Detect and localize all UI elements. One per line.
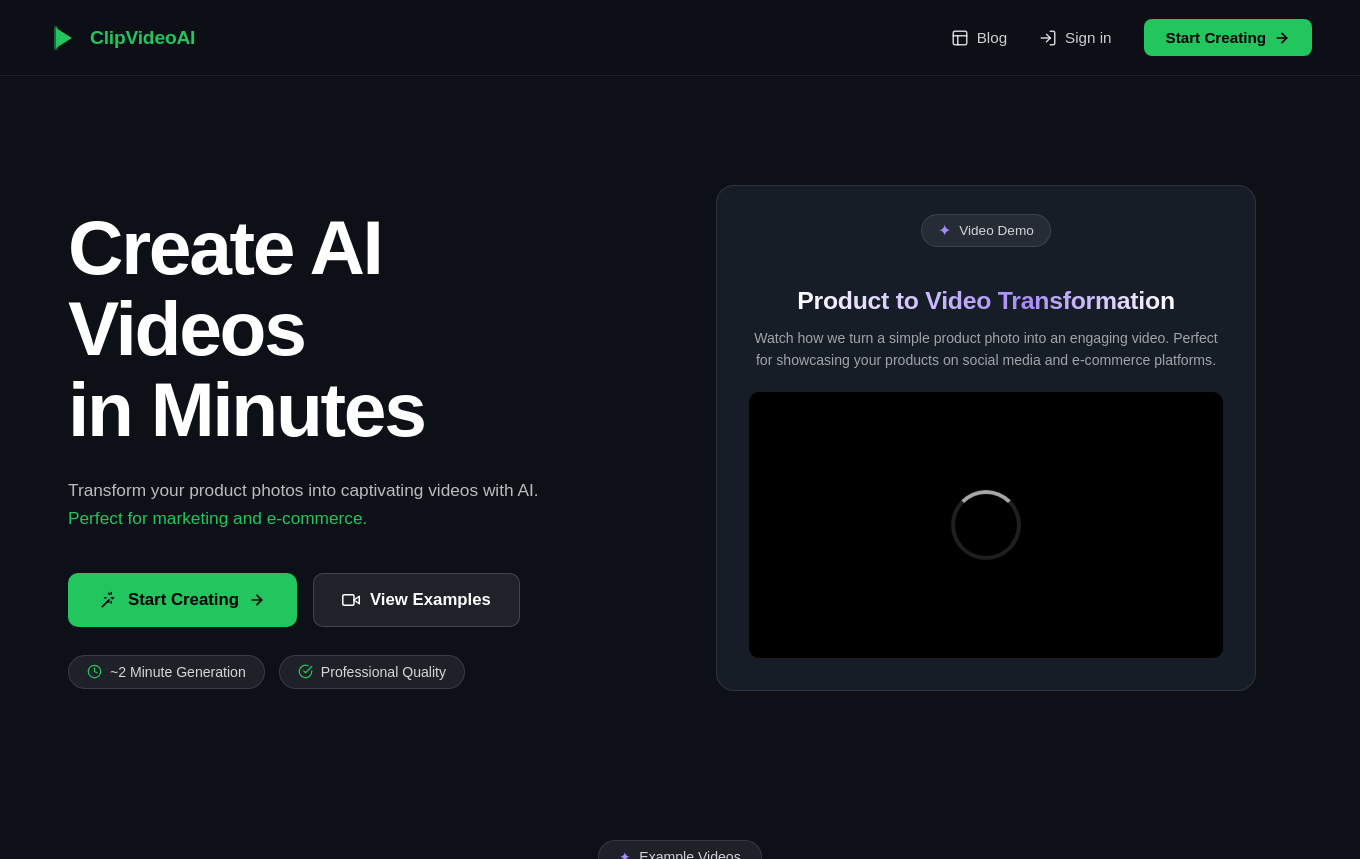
- navbar: ClipVideoAI Blog Sign in Start Creating: [0, 0, 1360, 76]
- logo-link[interactable]: ClipVideoAI: [48, 22, 195, 54]
- start-creating-button[interactable]: Start Creating: [68, 573, 297, 627]
- hero-heading: Create AI Videos in Minutes: [68, 207, 640, 449]
- svg-rect-8: [343, 594, 354, 605]
- video-camera-icon: [342, 591, 360, 609]
- svg-rect-1: [953, 31, 967, 45]
- demo-card-title: Product to Video Transformation: [749, 287, 1223, 315]
- hero-section: Create AI Videos in Minutes Transform yo…: [0, 0, 1360, 780]
- sparkle-icon: ✦: [938, 221, 951, 240]
- quality-badge: Professional Quality: [279, 655, 465, 689]
- nav-links: Blog Sign in Start Creating: [951, 19, 1312, 56]
- arrow-right-icon: [249, 592, 265, 608]
- bottom-section: ✦ Example Videos See What Our AI Can Cre…: [0, 780, 1360, 859]
- arrow-right-icon: [1274, 30, 1290, 46]
- sparkle-icon-bottom: ✦: [619, 849, 631, 859]
- hero-left: Create AI Videos in Minutes Transform yo…: [68, 167, 680, 688]
- video-loader: [951, 490, 1021, 560]
- hero-badges: ~2 Minute Generation Professional Qualit…: [68, 655, 640, 689]
- clock-icon: [87, 664, 102, 679]
- blog-icon: [951, 29, 969, 47]
- magic-wand-icon: [100, 591, 118, 609]
- svg-marker-7: [354, 596, 359, 604]
- signin-icon: [1039, 29, 1057, 47]
- example-videos-tag: ✦ Example Videos: [598, 840, 761, 859]
- demo-tag: ✦ Video Demo: [921, 214, 1051, 247]
- svg-rect-0: [54, 26, 58, 50]
- hero-buttons: Start Creating View Examples: [68, 573, 640, 627]
- blog-link[interactable]: Blog: [951, 29, 1007, 47]
- logo-icon: [48, 22, 80, 54]
- time-badge: ~2 Minute Generation: [68, 655, 265, 689]
- demo-video-player[interactable]: [749, 392, 1223, 659]
- logo-text: ClipVideoAI: [90, 27, 195, 49]
- signin-link[interactable]: Sign in: [1039, 29, 1111, 47]
- view-examples-button[interactable]: View Examples: [313, 573, 520, 627]
- demo-card: ✦ Video Demo Product to Video Transforma…: [716, 185, 1256, 692]
- hero-right: ✦ Video Demo Product to Video Transforma…: [680, 135, 1292, 722]
- hero-subtext: Transform your product photos into capti…: [68, 477, 588, 532]
- check-circle-icon: [298, 664, 313, 679]
- nav-cta-button[interactable]: Start Creating: [1144, 19, 1312, 56]
- demo-card-description: Watch how we turn a simple product photo…: [749, 327, 1223, 372]
